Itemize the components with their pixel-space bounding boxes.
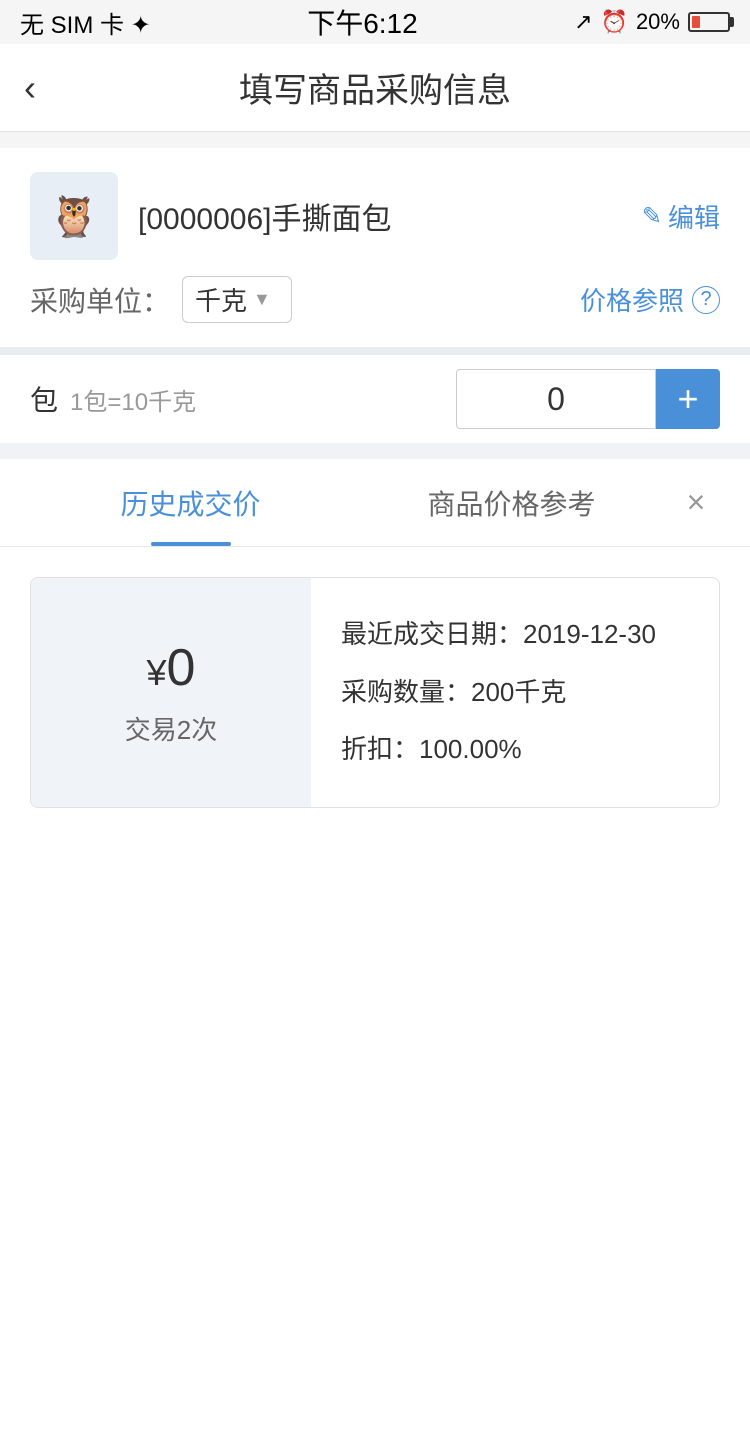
tab-panel: 历史成交价 商品价格参考 × ¥0 交易2次 最近成交日期：2019-12-30… xyxy=(0,459,750,838)
status-left: 无 SIM 卡 ✦ xyxy=(20,5,151,40)
quantity-label: 包 1包=10千克 xyxy=(30,379,196,419)
qty-label: 采购数量： xyxy=(341,677,471,707)
unit-dropdown-icon: ▼ xyxy=(253,289,271,310)
history-price-summary: ¥0 交易2次 xyxy=(31,578,311,807)
status-bar: 无 SIM 卡 ✦ 下午6:12 ↗ ⏰ 20% xyxy=(0,0,750,44)
edit-button[interactable]: ✎ 编辑 xyxy=(642,198,720,235)
product-card: 🦉 [0000006]手撕面包 ✎ 编辑 采购单位： 千克 ▼ 价格参照 ? xyxy=(0,148,750,347)
section-divider xyxy=(0,347,750,355)
quantity-input[interactable] xyxy=(456,369,656,429)
price-ref-button[interactable]: 价格参照 ? xyxy=(580,281,720,318)
quantity-plus-button[interactable]: + xyxy=(656,369,720,429)
detail-date: 最近成交日期：2019-12-30 xyxy=(341,614,689,656)
history-details: 最近成交日期：2019-12-30 采购数量：200千克 折扣：100.00% xyxy=(311,578,719,807)
tab-header: 历史成交价 商品价格参考 × xyxy=(0,459,750,547)
edit-label: 编辑 xyxy=(668,198,720,235)
tab-history-price[interactable]: 历史成交价 xyxy=(30,459,351,546)
back-button[interactable]: ‹ xyxy=(24,67,36,109)
currency-symbol: ¥ xyxy=(147,652,167,693)
battery-percent: 20% xyxy=(636,9,680,35)
product-name: [0000006]手撕面包 xyxy=(138,194,391,238)
alarm-icon: ⏰ xyxy=(601,9,628,35)
product-logo-icon: 🦉 xyxy=(49,193,99,240)
trade-count: 交易2次 xyxy=(125,710,217,747)
pkg-unit-label: 包 xyxy=(30,379,58,419)
product-image: 🦉 xyxy=(30,172,118,260)
panel-divider xyxy=(0,443,750,459)
page-body-rest xyxy=(0,838,750,1438)
tab-close-button[interactable]: × xyxy=(672,479,720,527)
detail-qty: 采购数量：200千克 xyxy=(341,672,689,714)
unit-label: 采购单位： xyxy=(30,280,170,320)
detail-discount: 折扣：100.00% xyxy=(341,729,689,771)
quantity-row: 包 1包=10千克 + xyxy=(0,355,750,443)
battery-icon xyxy=(688,12,730,32)
qty-value: 200千克 xyxy=(471,677,566,707)
location-icon: ↗ xyxy=(574,9,592,35)
date-label: 最近成交日期： xyxy=(341,619,523,649)
page-title: 填写商品采购信息 xyxy=(239,63,511,112)
tab-history-label: 历史成交价 xyxy=(120,483,260,523)
price-ref-label: 价格参照 xyxy=(580,281,684,318)
unit-select[interactable]: 千克 ▼ xyxy=(182,276,292,323)
tab-price-ref-label: 商品价格参考 xyxy=(427,483,595,523)
quantity-input-area: + xyxy=(456,369,720,429)
pkg-conversion: 1包=10千克 xyxy=(70,382,196,417)
close-icon: × xyxy=(687,484,706,521)
unit-value: 千克 xyxy=(195,281,247,318)
sim-status: 无 SIM 卡 ✦ xyxy=(20,5,151,40)
discount-label: 折扣： xyxy=(341,734,419,764)
edit-icon: ✎ xyxy=(642,202,662,231)
product-info: 🦉 [0000006]手撕面包 xyxy=(30,172,391,260)
date-value: 2019-12-30 xyxy=(523,619,656,649)
product-bottom-row: 采购单位： 千克 ▼ 价格参照 ? xyxy=(30,276,720,323)
price-ref-help-icon: ? xyxy=(692,286,720,314)
unit-row: 采购单位： 千克 ▼ xyxy=(30,276,292,323)
header: ‹ 填写商品采购信息 xyxy=(0,44,750,132)
tab-price-ref[interactable]: 商品价格参考 xyxy=(351,459,672,546)
status-time: 下午6:12 xyxy=(307,2,418,42)
product-top-row: 🦉 [0000006]手撕面包 ✎ 编辑 xyxy=(30,172,720,260)
history-card: ¥0 交易2次 最近成交日期：2019-12-30 采购数量：200千克 折扣：… xyxy=(30,577,720,808)
tab-content: ¥0 交易2次 最近成交日期：2019-12-30 采购数量：200千克 折扣：… xyxy=(0,547,750,838)
discount-value: 100.00% xyxy=(419,734,522,764)
status-right: ↗ ⏰ 20% xyxy=(574,9,730,35)
history-price-value: ¥0 xyxy=(147,638,196,698)
